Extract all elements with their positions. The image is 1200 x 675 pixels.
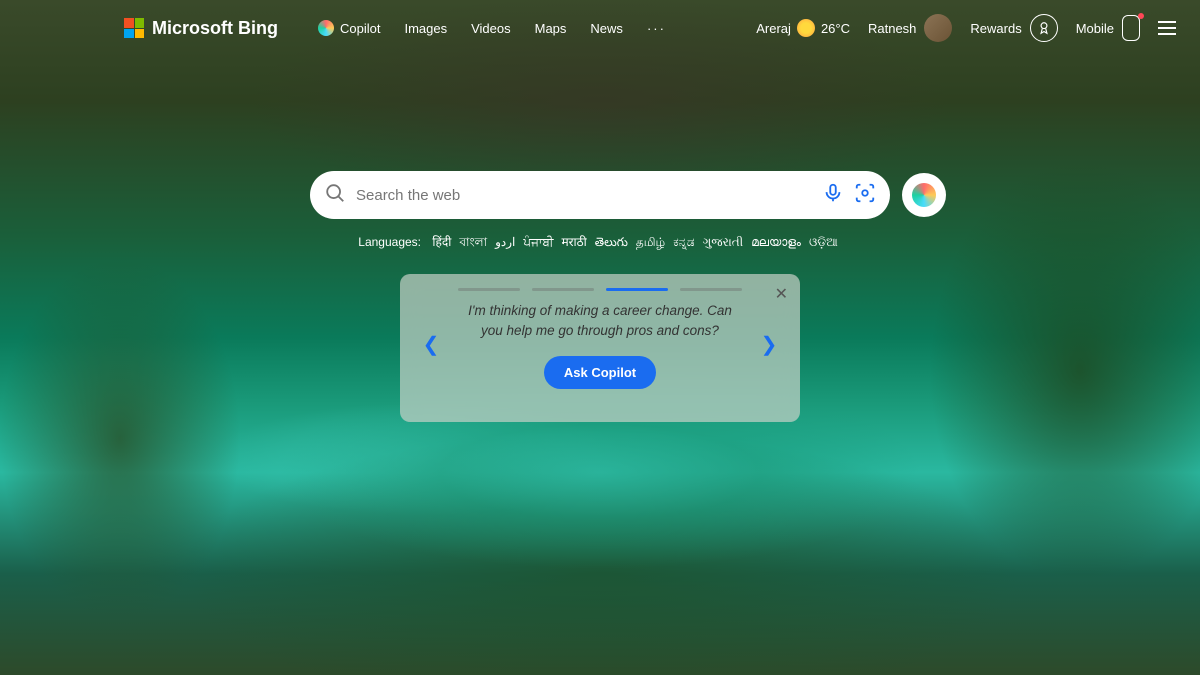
nav-label: Copilot — [340, 21, 380, 36]
progress-segment[interactable] — [458, 288, 520, 291]
search-input[interactable] — [356, 187, 812, 204]
language-option[interactable]: తెలుగు — [595, 235, 628, 249]
brand-name: Microsoft Bing — [152, 18, 278, 39]
language-option[interactable]: हिंदी — [432, 235, 451, 249]
chevron-right-icon[interactable]: ❯ — [756, 332, 782, 357]
language-option[interactable]: ਪੰਜਾਬੀ — [523, 235, 553, 249]
search-bar — [310, 171, 890, 219]
copilot-launch-button[interactable] — [902, 173, 946, 217]
nav-links: Copilot Images Videos Maps News ··· — [318, 20, 666, 36]
microphone-icon[interactable] — [822, 182, 844, 209]
user-name: Ratnesh — [868, 21, 916, 36]
language-option[interactable]: ಕನ್ನಡ — [673, 235, 694, 249]
header-right: Areraj 26°C Ratnesh Rewards Mobile — [756, 14, 1176, 42]
lens-icon[interactable] — [854, 182, 876, 209]
language-option[interactable]: বাংলা — [459, 235, 487, 249]
nav-images[interactable]: Images — [404, 21, 447, 36]
nav-videos[interactable]: Videos — [471, 21, 511, 36]
nav-news[interactable]: News — [590, 21, 623, 36]
progress-segment[interactable] — [606, 288, 668, 291]
chevron-left-icon[interactable]: ❮ — [418, 332, 444, 357]
mobile-link[interactable]: Mobile — [1076, 15, 1140, 41]
rewards-label: Rewards — [970, 21, 1021, 36]
mobile-label: Mobile — [1076, 21, 1114, 36]
nav-more[interactable]: ··· — [647, 21, 666, 36]
card-progress-indicator — [418, 288, 782, 291]
language-bar: Languages: हिंदी বাংলা اردو ਪੰਜਾਬੀ मराठी తెలు… — [280, 233, 920, 254]
language-option[interactable]: اردو — [495, 235, 515, 249]
sun-icon — [797, 19, 815, 37]
nav-copilot[interactable]: Copilot — [318, 20, 380, 36]
search-container — [310, 171, 890, 219]
suggestion-card: ✕ ❮ I'm thinking of making a career chan… — [400, 274, 800, 422]
language-option[interactable]: ଓଡ଼ିଆ — [809, 235, 838, 249]
search-icon — [324, 182, 346, 209]
user-account[interactable]: Ratnesh — [868, 14, 952, 42]
language-option[interactable]: ગુજરાતી — [703, 235, 744, 249]
mobile-icon — [1122, 15, 1140, 41]
language-option[interactable]: മലയാളം — [751, 235, 801, 249]
progress-segment[interactable] — [532, 288, 594, 291]
copilot-icon — [318, 20, 334, 36]
brand-logo-group[interactable]: Microsoft Bing — [24, 18, 278, 39]
language-option[interactable]: தமிழ் — [636, 235, 665, 249]
progress-segment[interactable] — [680, 288, 742, 291]
hamburger-menu-icon[interactable] — [1158, 21, 1176, 35]
microsoft-logo-icon — [124, 18, 144, 38]
weather-temp: 26°C — [821, 21, 850, 36]
ask-copilot-button[interactable]: Ask Copilot — [544, 356, 656, 389]
rewards-link[interactable]: Rewards — [970, 14, 1057, 42]
header-bar: Microsoft Bing Copilot Images Videos Map… — [0, 0, 1200, 56]
weather-widget[interactable]: Areraj 26°C — [756, 19, 850, 37]
languages-label: Languages: — [358, 235, 421, 249]
nav-maps[interactable]: Maps — [535, 21, 567, 36]
close-icon[interactable]: ✕ — [775, 284, 788, 304]
avatar-icon — [924, 14, 952, 42]
weather-location: Areraj — [756, 21, 791, 36]
rewards-icon — [1030, 14, 1058, 42]
copilot-icon — [912, 183, 936, 207]
suggestion-text: I'm thinking of making a career change. … — [452, 301, 748, 342]
language-option[interactable]: मराठी — [561, 235, 586, 249]
